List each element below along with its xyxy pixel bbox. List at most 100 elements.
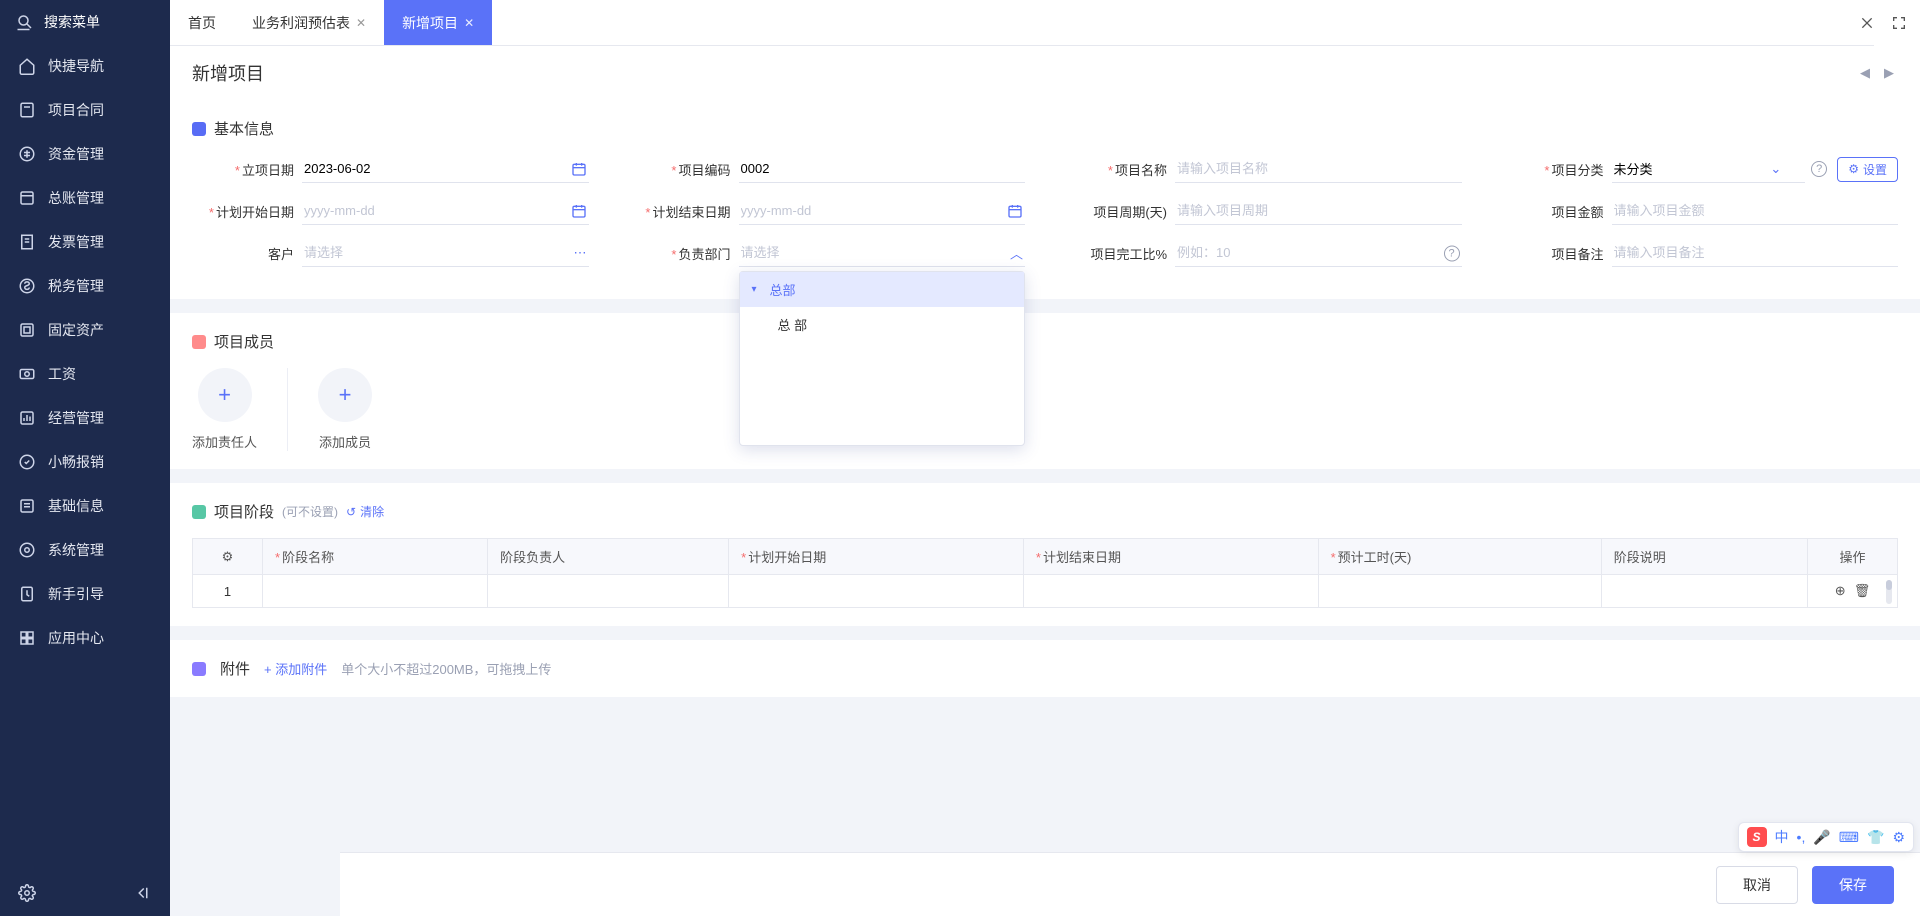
sidebar-item-label: 固定资产 — [48, 320, 104, 340]
ime-toolbox-icon[interactable]: ⚙ — [1892, 829, 1905, 846]
page-title: 新增项目 — [192, 60, 264, 86]
stages-table: ⚙*阶段名称阶段负责人*计划开始日期*计划结束日期*预计工时(天)阶段说明操作 … — [192, 538, 1898, 608]
sidebar-item-9[interactable]: 小畅报销 — [0, 440, 170, 484]
salary-icon — [18, 365, 36, 383]
sidebar-item-13[interactable]: 应用中心 — [0, 616, 170, 660]
more-icon[interactable]: ⋯ — [574, 245, 587, 261]
sidebar-item-7[interactable]: 工资 — [0, 352, 170, 396]
project-code-input[interactable] — [739, 155, 1026, 183]
sidebar-item-label: 工资 — [48, 364, 76, 384]
home-icon — [18, 57, 36, 75]
add-attachment-link[interactable]: + 添加附件 — [264, 659, 327, 678]
attachment-hint: 单个大小不超过200MB，可拖拽上传 — [341, 659, 551, 678]
stages-card: 项目阶段 (可不设置) ↺ 清除 ⚙*阶段名称阶段负责人*计划开始日期*计划结束… — [170, 483, 1920, 626]
progress-input[interactable] — [1175, 239, 1462, 267]
section-icon — [192, 662, 206, 676]
ime-keyboard-icon[interactable]: ⌨ — [1839, 829, 1859, 846]
sidebar-search-label: 搜索菜单 — [44, 12, 100, 32]
sidebar-item-label: 经营管理 — [48, 408, 104, 428]
sidebar-item-10[interactable]: 基础信息 — [0, 484, 170, 528]
collapse-icon[interactable] — [134, 884, 152, 902]
stage-col-3: *计划开始日期 — [729, 539, 1024, 575]
sidebar-item-0[interactable]: 快捷导航 — [0, 44, 170, 88]
calendar-icon[interactable] — [571, 161, 587, 177]
amount-input[interactable] — [1612, 197, 1899, 225]
cancel-button[interactable]: 取消 — [1716, 866, 1798, 904]
ime-skin-icon[interactable]: 👕 — [1867, 829, 1884, 846]
section-icon — [192, 335, 206, 349]
sidebar-item-4[interactable]: 发票管理 — [0, 220, 170, 264]
sidebar-item-label: 小畅报销 — [48, 452, 104, 472]
ime-lang-icon[interactable]: 中 — [1775, 827, 1789, 847]
project-name-input[interactable] — [1175, 155, 1462, 183]
calendar-icon[interactable] — [571, 203, 587, 219]
section-icon — [192, 505, 206, 519]
ime-mic-icon[interactable]: 🎤 — [1813, 829, 1830, 846]
table-row[interactable]: 1⊕🗑 — [193, 575, 1898, 608]
section-title-basic: 基本信息 — [214, 118, 274, 139]
help-icon[interactable]: ? — [1811, 161, 1827, 177]
gear-icon[interactable]: ⚙ — [222, 549, 234, 564]
stage-col-1: *阶段名称 — [263, 539, 488, 575]
sidebar-item-6[interactable]: 固定资产 — [0, 308, 170, 352]
stage-col-2: 阶段负责人 — [488, 539, 729, 575]
establish-date-input[interactable] — [302, 155, 589, 183]
basic-info-card: 基本信息 *立项日期 *项目编码 *项目名称 *项目分类⌄?⚙ 设置 *计划开始… — [170, 100, 1920, 299]
chevron-up-icon[interactable]: ︿ — [1010, 244, 1023, 263]
chevron-down-icon[interactable]: ⌄ — [1770, 161, 1781, 177]
dept-option-1[interactable]: 总 部 — [740, 307, 1025, 342]
sidebar-item-12[interactable]: 新手引导 — [0, 572, 170, 616]
save-button[interactable]: 保存 — [1812, 866, 1894, 904]
table-scrollbar[interactable] — [1886, 580, 1892, 604]
plan-end-input[interactable] — [739, 197, 1026, 225]
delete-row-icon[interactable]: 🗑 — [1854, 583, 1871, 599]
settings-gear-icon[interactable] — [18, 884, 36, 902]
plan-start-input[interactable] — [302, 197, 589, 225]
calendar-icon[interactable] — [1007, 203, 1023, 219]
ime-punct-icon[interactable]: •, — [1797, 829, 1806, 845]
footer-bar: 取消 保存 — [340, 852, 1920, 916]
section-title-attach: 附件 — [220, 658, 250, 679]
add-row-icon[interactable]: ⊕ — [1835, 583, 1846, 599]
tab-close-icon[interactable]: ✕ — [356, 16, 366, 30]
tab-2[interactable]: 新增项目✕ — [384, 0, 492, 45]
fullscreen-icon[interactable] — [1888, 12, 1910, 34]
add-owner-label: 添加责任人 — [192, 432, 257, 451]
tab-0[interactable]: 首页 — [170, 0, 234, 45]
stage-col-7: 操作 — [1808, 539, 1898, 575]
dept-option-0[interactable]: ▾总部 — [740, 272, 1025, 307]
sidebar-item-label: 发票管理 — [48, 232, 104, 252]
report-icon — [18, 453, 36, 471]
stage-col-4: *计划结束日期 — [1023, 539, 1318, 575]
add-member-button[interactable]: + — [318, 368, 372, 422]
sidebar-item-3[interactable]: 总账管理 — [0, 176, 170, 220]
tab-close-icon[interactable]: ✕ — [464, 16, 474, 30]
customer-select[interactable] — [302, 239, 589, 267]
clear-link[interactable]: ↺ 清除 — [346, 503, 384, 520]
dept-select[interactable] — [739, 239, 1026, 267]
add-owner-button[interactable]: + — [198, 368, 252, 422]
next-icon[interactable]: ▶ — [1880, 61, 1898, 85]
tab-1[interactable]: 业务利润预估表✕ — [234, 0, 384, 45]
info-icon — [18, 497, 36, 515]
tab-bar: 首页业务利润预估表✕新增项目✕ — [170, 0, 1874, 46]
biz-icon — [18, 409, 36, 427]
settings-button[interactable]: ⚙ 设置 — [1837, 157, 1898, 182]
sidebar-item-5[interactable]: 税务管理 — [0, 264, 170, 308]
sidebar: 搜索菜单 快捷导航项目合同资金管理总账管理发票管理税务管理固定资产工资经营管理小… — [0, 0, 170, 916]
prev-icon[interactable]: ◀ — [1856, 61, 1874, 85]
sidebar-item-label: 资金管理 — [48, 144, 104, 164]
help-icon[interactable]: ? — [1444, 245, 1460, 262]
stages-subtitle: (可不设置) — [282, 503, 338, 520]
remark-input[interactable] — [1612, 239, 1899, 267]
sidebar-item-1[interactable]: 项目合同 — [0, 88, 170, 132]
sidebar-search[interactable]: 搜索菜单 — [0, 0, 170, 44]
sidebar-item-11[interactable]: 系统管理 — [0, 528, 170, 572]
cycle-input[interactable] — [1175, 197, 1462, 225]
tab-label: 首页 — [188, 13, 216, 33]
ime-status-bar[interactable]: S 中 •, 🎤 ⌨ 👕 ⚙ — [1738, 822, 1914, 852]
close-icon[interactable] — [1856, 12, 1878, 34]
sidebar-item-2[interactable]: 资金管理 — [0, 132, 170, 176]
ime-logo-icon: S — [1747, 827, 1767, 847]
sidebar-item-8[interactable]: 经营管理 — [0, 396, 170, 440]
